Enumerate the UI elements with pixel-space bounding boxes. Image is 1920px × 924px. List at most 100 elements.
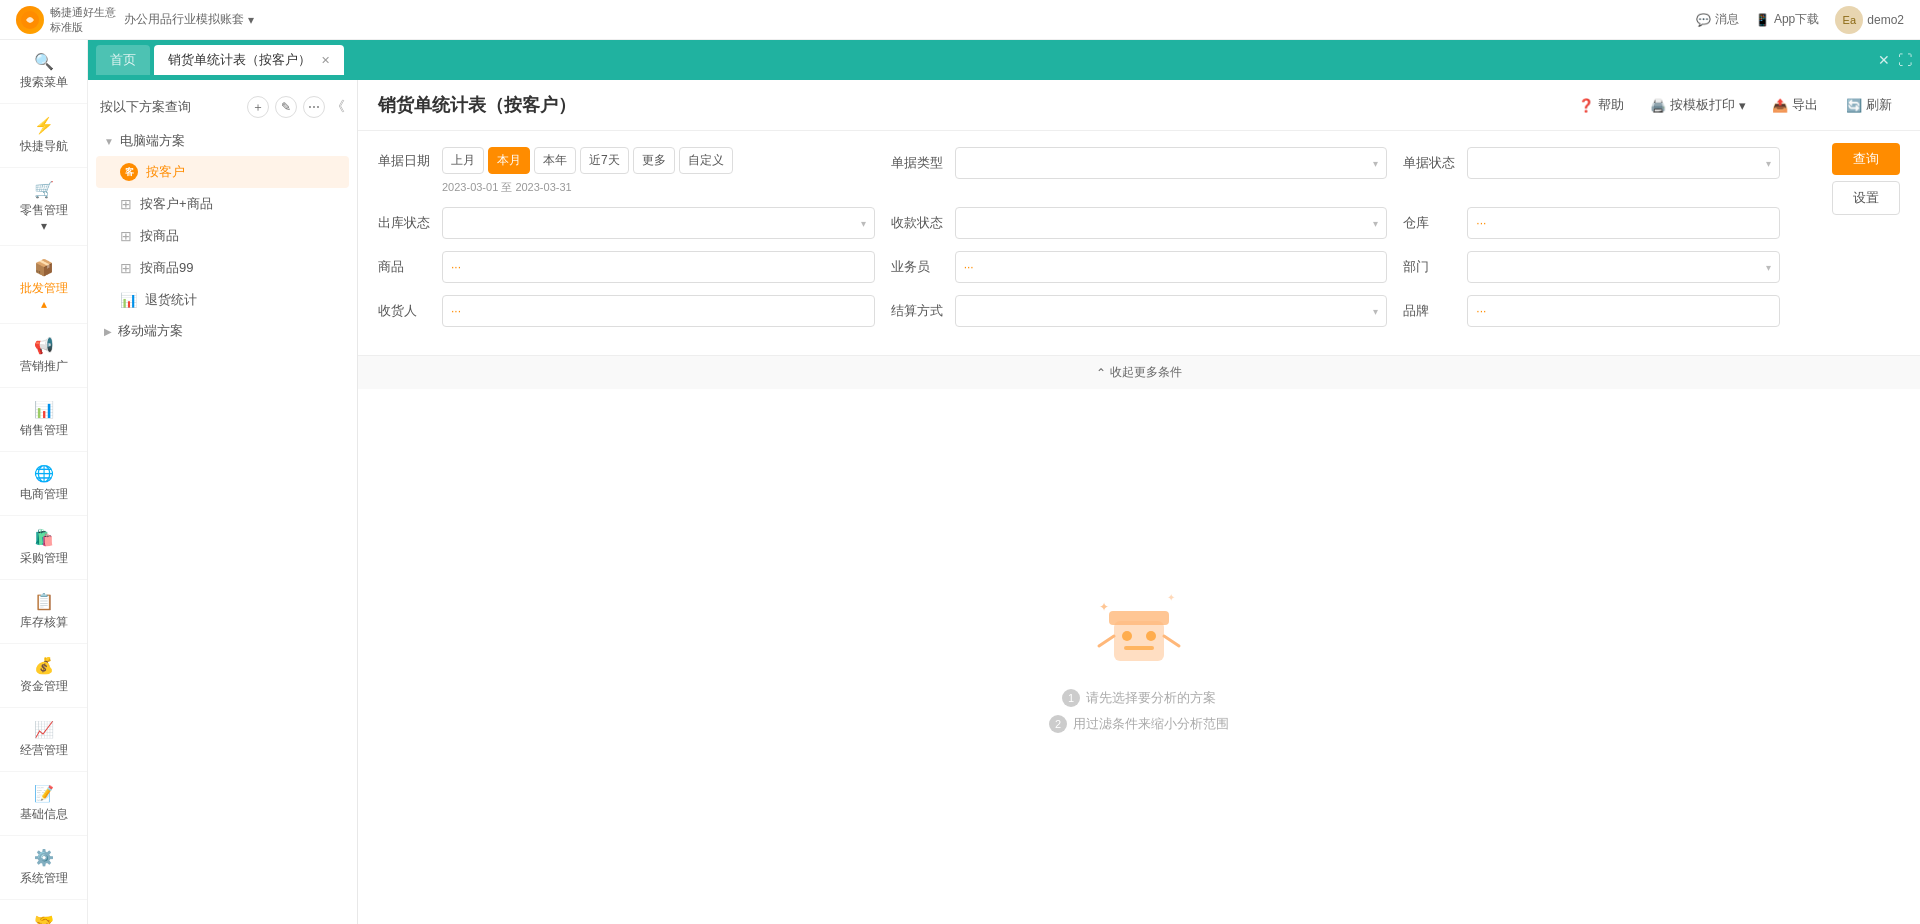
status-filter-item: 单据状态 ▾: [1403, 147, 1900, 179]
left-panel-header: 按以下方案查询 ＋ ✎ ⋯ 《: [88, 88, 357, 126]
window-minimize-btn[interactable]: ✕: [1878, 52, 1890, 68]
sidebar-item-quick-nav[interactable]: ⚡ 快捷导航: [0, 104, 87, 168]
left-panel-title: 按以下方案查询: [100, 98, 191, 116]
desktop-scheme-group: ▼ 电脑端方案 客 按客户 ⊞ 按客户+商品 ⊞ 按商品: [88, 126, 357, 316]
help-btn[interactable]: ❓ 帮助: [1570, 92, 1632, 118]
logo-area: 畅捷通好生意 标准版: [16, 5, 116, 34]
scheme-item-return-stats[interactable]: 📊 退货统计: [96, 284, 349, 316]
settings-btn[interactable]: 设置: [1832, 181, 1900, 215]
date-btn-more[interactable]: 更多: [633, 147, 675, 174]
receiver-control[interactable]: ···: [442, 295, 875, 327]
by-customer-icon: 客: [120, 163, 138, 181]
date-btn-last-7-days[interactable]: 近7天: [580, 147, 629, 174]
receiver-label: 收货人: [378, 302, 434, 320]
settlement-filter-item: 结算方式 ▾: [891, 295, 1388, 327]
date-btn-this-year[interactable]: 本年: [534, 147, 576, 174]
status-filter-label: 单据状态: [1403, 154, 1459, 172]
sidebar-item-inventory[interactable]: 📋 库存核算: [0, 580, 87, 644]
date-filter-group: 上月 本月 本年 近7天 更多 自定义: [442, 147, 733, 174]
search-icon: 🔍: [4, 52, 83, 71]
sidebar-item-search-menu[interactable]: 🔍 搜索菜单: [0, 40, 87, 104]
date-btn-last-month[interactable]: 上月: [442, 147, 484, 174]
department-label: 部门: [1403, 258, 1459, 276]
sidebar-item-basic-info[interactable]: 📝 基础信息: [0, 772, 87, 836]
brand-filter-item: 品牌 ···: [1403, 295, 1900, 327]
payment-status-control[interactable]: ▾: [955, 207, 1388, 239]
sidebar-item-purchase[interactable]: 🛍️ 采购管理: [0, 516, 87, 580]
department-filter-item: 部门 ▾: [1403, 251, 1900, 283]
type-filter-control[interactable]: ▾: [955, 147, 1388, 179]
printer-icon: 🖨️: [1650, 98, 1666, 113]
department-control[interactable]: ▾: [1467, 251, 1780, 283]
product-control[interactable]: ···: [442, 251, 875, 283]
sidebar-item-ecommerce[interactable]: 🌐 电商管理: [0, 452, 87, 516]
filter-row-2: 出库状态 ▾ 收款状态 ▾: [378, 207, 1900, 239]
mobile-group-header[interactable]: ▶ 移动端方案: [96, 316, 349, 346]
collapse-bar[interactable]: ⌃ 收起更多条件: [358, 355, 1920, 389]
sidebar-item-marketing[interactable]: 📢 营销推广: [0, 324, 87, 388]
export-btn[interactable]: 📤 导出: [1764, 92, 1826, 118]
template-print-btn[interactable]: 🖨️ 按模板打印 ▾: [1644, 92, 1752, 118]
tab-close-btn[interactable]: ✕: [321, 54, 330, 67]
window-maximize-btn[interactable]: ⛶: [1898, 52, 1912, 68]
sidebar-item-wholesale[interactable]: 📦 批发管理 ▴: [0, 246, 87, 324]
product-filter-item: 商品 ···: [378, 251, 875, 283]
svg-rect-5: [1124, 646, 1154, 650]
svg-point-3: [1122, 631, 1132, 641]
sidebar-item-retail[interactable]: 🛒 零售管理 ▾: [0, 168, 87, 246]
product-label: 商品: [378, 258, 434, 276]
warehouse-control[interactable]: ···: [1467, 207, 1780, 239]
desktop-group-header[interactable]: ▼ 电脑端方案: [96, 126, 349, 156]
salesperson-control[interactable]: ···: [955, 251, 1388, 283]
app-download-btn[interactable]: 📱 App下载: [1755, 11, 1819, 28]
sales-icon: 📊: [4, 400, 83, 419]
sidebar-item-sales[interactable]: 📊 销售管理: [0, 388, 87, 452]
salesperson-placeholder: ···: [964, 260, 974, 274]
out-status-control[interactable]: ▾: [442, 207, 875, 239]
content-area: 首页 销货单统计表（按客户） ✕ ✕ ⛶ 按以下方案查询 ＋ ✎ ⋯: [88, 40, 1920, 924]
user-area[interactable]: Ea demo2: [1835, 6, 1904, 34]
collapse-panel-btn[interactable]: 《: [331, 98, 345, 116]
add-scheme-btn[interactable]: ＋: [247, 96, 269, 118]
empty-state: ✦ ✦ 1 请先选择要分析的方案 2 用过滤条件来缩小分析范围: [358, 389, 1920, 924]
date-btn-custom[interactable]: 自定义: [679, 147, 733, 174]
tab-home[interactable]: 首页: [96, 45, 150, 75]
finance-icon: 💰: [4, 656, 83, 675]
platform-name[interactable]: 办公用品行业模拟账套 ▾: [124, 11, 254, 28]
logo-text: 畅捷通好生意 标准版: [50, 5, 116, 34]
purchase-icon: 🛍️: [4, 528, 83, 547]
mobile-group-arrow: ▶: [104, 326, 112, 337]
sidebar-item-finance[interactable]: 💰 资金管理: [0, 644, 87, 708]
retail-icon: 🛒: [4, 180, 83, 199]
scheme-item-by-product-label: 按商品: [140, 227, 179, 245]
scheme-item-by-customer[interactable]: 客 按客户: [96, 156, 349, 188]
export-icon: 📤: [1772, 98, 1788, 113]
sidebar-item-system[interactable]: ⚙️ 系统管理: [0, 836, 87, 900]
query-btn[interactable]: 查询: [1832, 143, 1900, 175]
left-panel-actions: ＋ ✎ ⋯ 《: [247, 96, 345, 118]
scheme-item-by-product[interactable]: ⊞ 按商品: [96, 220, 349, 252]
scheme-item-by-product-99[interactable]: ⊞ 按商品99: [96, 252, 349, 284]
collapse-up-icon: ⌃: [1096, 366, 1106, 380]
scheme-item-by-customer-product[interactable]: ⊞ 按客户+商品: [96, 188, 349, 220]
refresh-btn[interactable]: 🔄 刷新: [1838, 92, 1900, 118]
payment-status-label: 收款状态: [891, 214, 947, 232]
sidebar-item-enterprise-collab[interactable]: 🤝 企业协同: [0, 900, 87, 924]
page-actions: ❓ 帮助 🖨️ 按模板打印 ▾ 📤 导出: [1570, 92, 1900, 118]
message-btn[interactable]: 💬 消息: [1696, 11, 1739, 28]
product-placeholder: ···: [451, 260, 461, 274]
tab-bar: 首页 销货单统计表（按客户） ✕ ✕ ⛶: [88, 40, 1920, 80]
more-scheme-btn[interactable]: ⋯: [303, 96, 325, 118]
main-layout: 🔍 搜索菜单 ⚡ 快捷导航 🛒 零售管理 ▾ 📦 批发管理 ▴ 📢 营销推广 📊…: [0, 40, 1920, 924]
tab-sales-stats[interactable]: 销货单统计表（按客户） ✕: [154, 45, 344, 75]
desktop-group-label: 电脑端方案: [120, 132, 185, 150]
brand-control[interactable]: ···: [1467, 295, 1780, 327]
sidebar-item-operation[interactable]: 📈 经营管理: [0, 708, 87, 772]
mobile-scheme-group: ▶ 移动端方案: [88, 316, 357, 346]
date-btn-this-month[interactable]: 本月: [488, 147, 530, 174]
edit-scheme-btn[interactable]: ✎: [275, 96, 297, 118]
scheme-item-by-customer-product-label: 按客户+商品: [140, 195, 213, 213]
settlement-control[interactable]: ▾: [955, 295, 1388, 327]
status-filter-control[interactable]: ▾: [1467, 147, 1780, 179]
warehouse-filter-item: 仓库 ···: [1403, 207, 1900, 239]
